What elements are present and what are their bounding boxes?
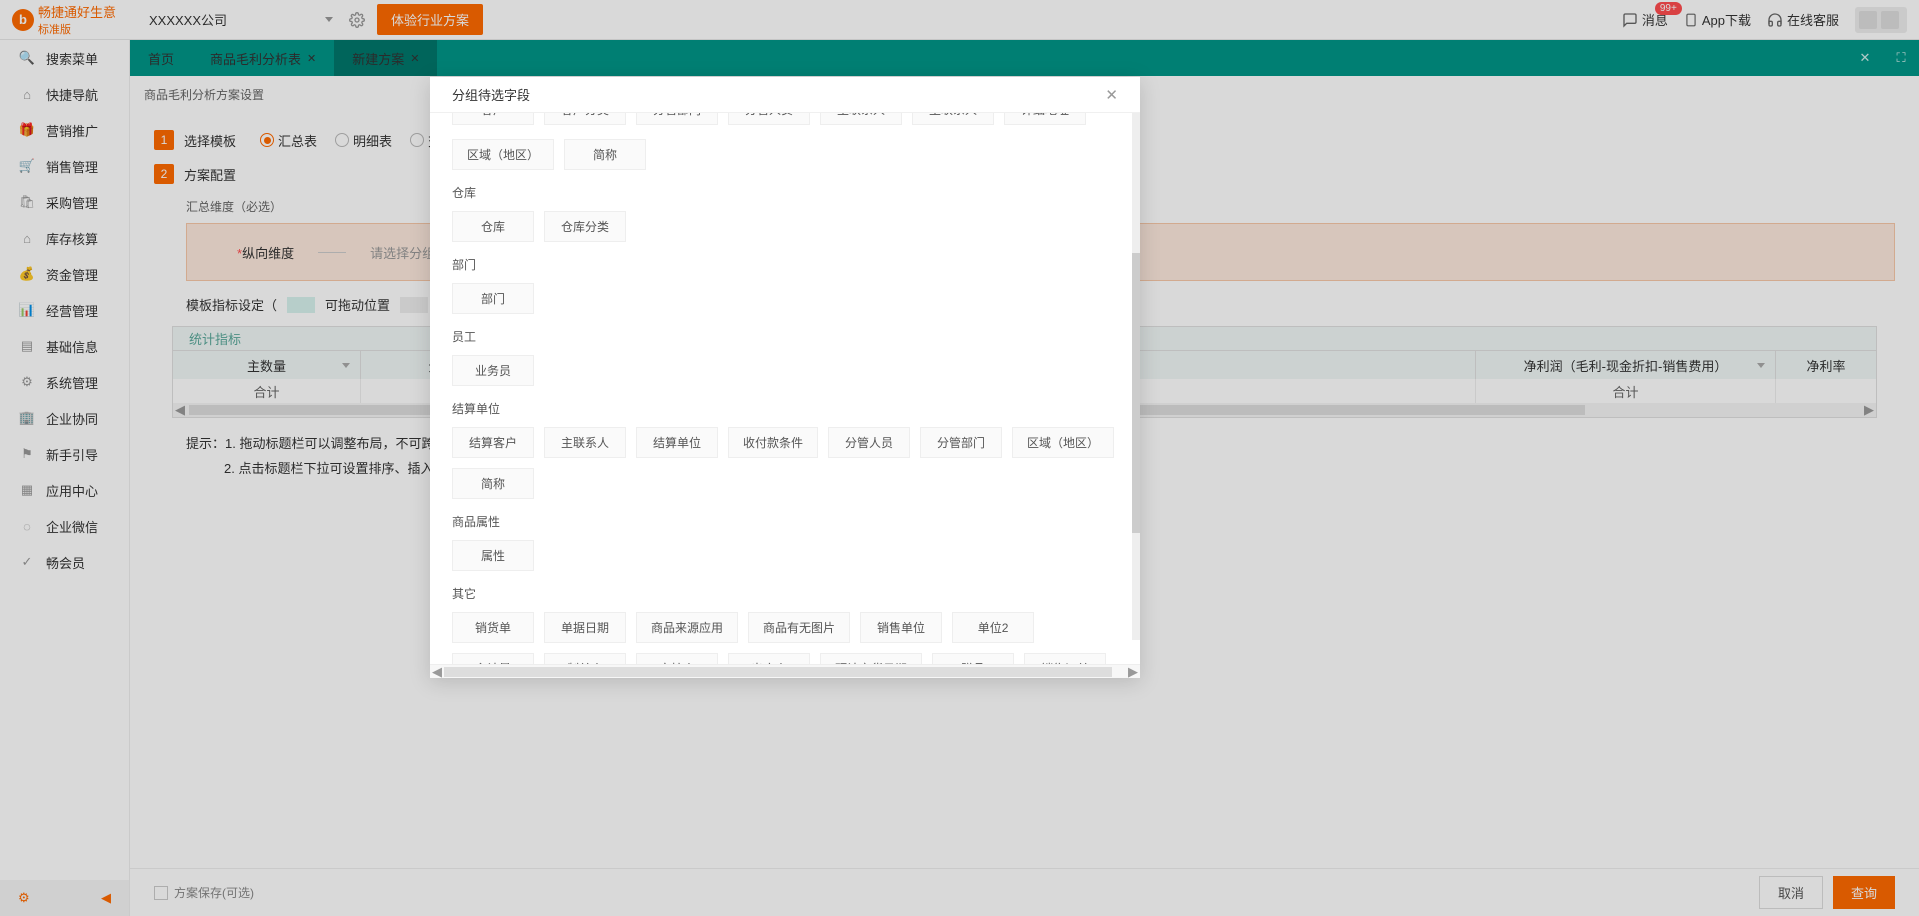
field-chip[interactable]: 出库人 (728, 653, 810, 664)
field-chip[interactable]: 分管人员 (828, 427, 910, 458)
field-chip[interactable]: 销售订单 (1024, 653, 1106, 664)
field-chip[interactable]: 单据日期 (544, 612, 626, 643)
field-group-title: 部门 (452, 256, 1118, 273)
field-chip[interactable]: 结算单位 (636, 427, 718, 458)
field-chip[interactable]: 属性 (452, 540, 534, 571)
field-chip[interactable]: 区域（地区） (1012, 427, 1114, 458)
field-chip[interactable]: 销货单 (452, 612, 534, 643)
field-row: 销货单单据日期商品来源应用商品有无图片销售单位单位2 主计量制单人审核人出库人预计… (452, 612, 1118, 664)
field-chip[interactable]: 简称 (564, 139, 646, 170)
field-group: 其它销货单单据日期商品来源应用商品有无图片销售单位单位2 主计量制单人审核人出库人… (452, 585, 1118, 664)
field-group: 商品属性属性 (452, 513, 1118, 571)
close-icon[interactable]: ✕ (1105, 86, 1118, 104)
modal-horizontal-scrollbar[interactable]: ◀ ▶ (430, 664, 1140, 678)
modal-vertical-scrollbar[interactable] (1132, 113, 1140, 640)
field-chip[interactable]: 预计交货日期 (820, 653, 922, 664)
field-group-title: 其它 (452, 585, 1118, 602)
field-group-title: 结算单位 (452, 400, 1118, 417)
modal-body: 客户 客户分类 分管部门 分管人员 主联系人 主联系人 详细地址 区域（地区） 简… (430, 113, 1140, 664)
scroll-right-icon[interactable]: ▶ (1126, 664, 1140, 680)
field-chip[interactable]: 赠品 (932, 653, 1014, 664)
field-chip[interactable]: 单位2 (952, 612, 1034, 643)
field-chip[interactable]: 结算客户 (452, 427, 534, 458)
scroll-left-icon[interactable]: ◀ (430, 664, 444, 680)
field-row-partial: 客户 客户分类 分管部门 分管人员 主联系人 主联系人 详细地址 (452, 113, 1118, 125)
field-chip[interactable]: 商品来源应用 (636, 612, 738, 643)
field-chip[interactable]: 制单人 (544, 653, 626, 664)
field-chip[interactable]: 主联系人 (544, 427, 626, 458)
field-chip[interactable]: 销售单位 (860, 612, 942, 643)
field-row: 属性 (452, 540, 1118, 571)
field-chip[interactable]: 仓库 (452, 211, 534, 242)
field-chip[interactable]: 主计量 (452, 653, 534, 664)
field-chip[interactable]: 分管部门 (920, 427, 1002, 458)
field-chip[interactable]: 收付款条件 (728, 427, 818, 458)
field-chip[interactable]: 区域（地区） (452, 139, 554, 170)
field-chip[interactable]: 主联系人 (820, 113, 902, 125)
field-chip[interactable]: 客户分类 (544, 113, 626, 125)
field-chip[interactable]: 审核人 (636, 653, 718, 664)
scrollbar-thumb[interactable] (1132, 253, 1140, 533)
field-row: 部门 (452, 283, 1118, 314)
field-chip[interactable]: 分管部门 (636, 113, 718, 125)
field-chip[interactable]: 主联系人 (912, 113, 994, 125)
field-chip[interactable]: 仓库分类 (544, 211, 626, 242)
field-group: 部门部门 (452, 256, 1118, 314)
field-chip[interactable]: 详细地址 (1004, 113, 1086, 125)
field-group: 仓库仓库仓库分类 (452, 184, 1118, 242)
field-row: 区域（地区） 简称 (452, 139, 1118, 170)
field-chip[interactable]: 业务员 (452, 355, 534, 386)
field-group-title: 商品属性 (452, 513, 1118, 530)
modal-header: 分组待选字段 ✕ (430, 77, 1140, 113)
scrollbar-thumb[interactable] (444, 667, 1112, 677)
field-chip[interactable]: 商品有无图片 (748, 612, 850, 643)
field-group: 结算单位结算客户主联系人结算单位收付款条件分管人员分管部门区域（地区）简称 (452, 400, 1118, 499)
field-picker-modal: 分组待选字段 ✕ 客户 客户分类 分管部门 分管人员 主联系人 主联系人 详细地… (430, 77, 1140, 678)
field-row: 仓库仓库分类 (452, 211, 1118, 242)
field-row: 结算客户主联系人结算单位收付款条件分管人员分管部门区域（地区） 简称 (452, 427, 1118, 499)
field-chip[interactable]: 部门 (452, 283, 534, 314)
modal-title: 分组待选字段 (452, 85, 530, 104)
field-chip[interactable]: 客户 (452, 113, 534, 125)
field-group: 员工业务员 (452, 328, 1118, 386)
field-group-title: 员工 (452, 328, 1118, 345)
field-chip[interactable]: 简称 (452, 468, 534, 499)
field-row: 业务员 (452, 355, 1118, 386)
field-group-title: 仓库 (452, 184, 1118, 201)
field-chip[interactable]: 分管人员 (728, 113, 810, 125)
field-group: 区域（地区） 简称 (452, 139, 1118, 170)
